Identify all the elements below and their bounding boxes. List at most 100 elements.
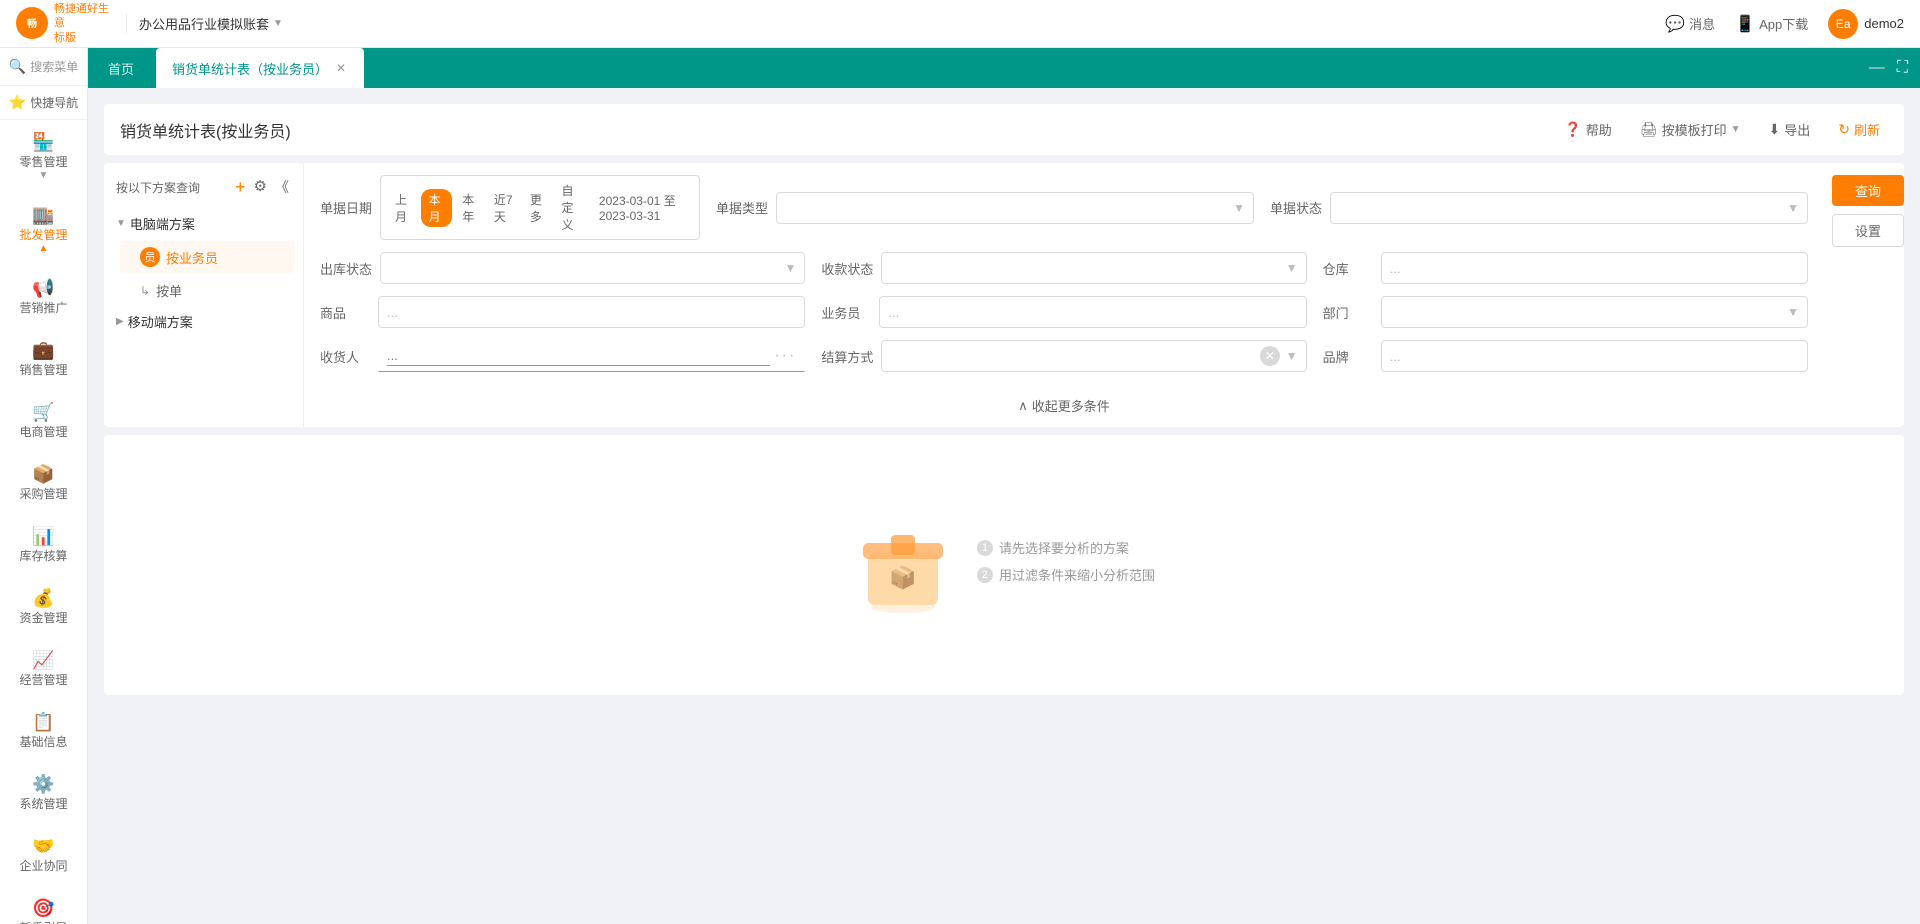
sidebar-item-ecommerce[interactable]: 🛒 电商管理 — [0, 390, 87, 452]
collapse-btn[interactable]: ∧ 收起更多条件 — [1006, 392, 1122, 419]
date-btn-this-year[interactable]: 本年 — [456, 189, 484, 227]
filter-salesperson-input[interactable]: ... — [879, 296, 1306, 328]
page-title: 销货单统计表(按业务员) — [120, 118, 291, 142]
sidebar-item-marketing[interactable]: 📢 营销推广 — [0, 266, 87, 328]
empty-hint-2: 2 用过滤条件来缩小分析范围 — [977, 565, 1155, 584]
query-button[interactable]: 查询 — [1832, 175, 1904, 206]
avatar-text: Ea — [1836, 17, 1851, 31]
empty-hint-1: 1 请先选择要分析的方案 — [977, 538, 1155, 557]
filter-row-4: 收货人 ··· 结算方式 ✕ — [320, 340, 1808, 372]
system-icon: ⚙️ — [32, 774, 54, 795]
filter-department-select[interactable]: ▼ — [1381, 296, 1808, 328]
filter-warehouse-label: 仓库 — [1323, 259, 1373, 278]
svg-text:📦: 📦 — [889, 565, 916, 590]
scheme-edit-btn[interactable]: ⚙ — [252, 175, 269, 200]
app-download-label: App下载 — [1759, 14, 1808, 33]
purchase-icon: 📦 — [32, 464, 54, 485]
filter-out-status-select[interactable]: ▼ — [380, 252, 805, 284]
marketing-icon: 📢 — [32, 278, 54, 299]
filter-doc-type-select[interactable]: ▼ — [776, 192, 1254, 224]
scheme-pc-section: ▼ 电脑端方案 员 按业务员 ↳ — [104, 208, 303, 306]
print-btn[interactable]: 🖨 按模板打印 ▼ — [1632, 116, 1749, 143]
collapse-btn-row: ∧ 收起更多条件 — [320, 384, 1808, 427]
scheme-item-salesperson[interactable]: 员 按业务员 — [120, 241, 295, 273]
scheme-item-icon-text: 员 — [145, 249, 156, 265]
scheme-sub-item-order[interactable]: ↳ 按单 — [112, 275, 303, 306]
scheme-add-btn[interactable]: + — [233, 175, 248, 200]
print-dropdown-icon: ▼ — [1731, 124, 1741, 135]
filter-warehouse-select[interactable]: ... — [1381, 252, 1808, 284]
filter-date-group[interactable]: 上月 本月 本年 近7天 更多 自定义 2023-03-01 至 2023-03… — [380, 175, 700, 240]
download-icon: 📱 — [1735, 14, 1755, 34]
sidebar-item-operations[interactable]: 📈 经营管理 — [0, 638, 87, 700]
app-download-btn[interactable]: 📱 App下载 — [1735, 14, 1808, 34]
help-btn[interactable]: ❓ 帮助 — [1556, 116, 1619, 143]
tab-bar: 首页 销货单统计表（按业务员） ✕ — ⛶ — [88, 48, 1920, 88]
ecommerce-icon: 🛒 — [32, 402, 54, 423]
date-btn-last-month[interactable]: 上月 — [389, 189, 417, 227]
export-btn[interactable]: ⬇ 导出 — [1761, 116, 1819, 143]
scheme-collapse-btn[interactable]: 《 — [273, 175, 291, 200]
sidebar-item-wholesale[interactable]: 🏬 批发管理 ▲ — [0, 193, 87, 266]
filter-settlement-select[interactable]: ✕ ▼ — [881, 340, 1306, 372]
sidebar-item-retail[interactable]: 🏪 零售管理 ▼ — [0, 120, 87, 193]
sidebar-item-basic[interactable]: 📋 基础信息 — [0, 700, 87, 762]
scheme-item-label: 按业务员 — [166, 248, 218, 267]
tab-expand-icon[interactable]: ⛶ — [1897, 59, 1908, 77]
sidebar-item-quick-nav[interactable]: ⭐ 快捷导航 — [0, 86, 87, 120]
tab-home[interactable]: 首页 — [88, 48, 154, 88]
operations-label: 经营管理 — [19, 671, 67, 688]
enterprise-label: 企业协同 — [19, 857, 67, 874]
scheme-pc-section-content: 员 按业务员 ↳ 按单 — [104, 241, 303, 306]
tab-sales-stats[interactable]: 销货单统计表（按业务员） ✕ — [156, 48, 364, 88]
doc-status-dropdown-icon: ▼ — [1787, 201, 1799, 215]
sidebar-item-finance[interactable]: 💰 资金管理 — [0, 576, 87, 638]
logo-icon: 畅 — [16, 7, 48, 39]
tab-bar-actions: — ⛶ — [1869, 59, 1920, 77]
message-btn[interactable]: 💬 消息 — [1665, 14, 1715, 34]
tab-minimize-icon[interactable]: — — [1869, 59, 1885, 77]
settings-button[interactable]: 设置 — [1832, 214, 1904, 247]
settlement-clear-btn[interactable]: ✕ — [1260, 346, 1280, 366]
sidebar-item-purchase[interactable]: 📦 采购管理 — [0, 452, 87, 514]
date-btn-last7days[interactable]: 近7天 — [488, 189, 520, 227]
date-btn-custom[interactable]: 自定义 — [555, 180, 590, 235]
filter-item-out-status: 出库状态 ▼ — [320, 252, 805, 284]
sidebar-item-enterprise[interactable]: 🤝 企业协同 — [0, 824, 87, 886]
quick-nav-icon: ⭐ — [9, 94, 26, 111]
refresh-btn[interactable]: ↻ 刷新 — [1830, 116, 1888, 143]
filter-receiver-input[interactable]: ··· — [378, 340, 805, 372]
search-icon: 🔍 — [9, 58, 26, 75]
ecommerce-label: 电商管理 — [19, 423, 67, 440]
sidebar-item-system[interactable]: ⚙️ 系统管理 — [0, 762, 87, 824]
filter-row-1: 单据日期 上月 本月 本年 近7天 更多 自定义 2023-03-01 至 20… — [320, 175, 1808, 240]
filter-goods-input[interactable]: ... — [378, 296, 805, 328]
scheme-mobile-section-title[interactable]: ▶ 移动端方案 — [104, 306, 303, 337]
scheme-item-icon: 员 — [140, 247, 160, 267]
basic-icon: 📋 — [32, 712, 54, 733]
scheme-pc-section-title[interactable]: ▼ 电脑端方案 — [104, 208, 303, 239]
user-area[interactable]: Ea demo2 — [1828, 9, 1904, 39]
date-btn-more[interactable]: 更多 — [524, 189, 552, 227]
filter-salesperson-label: 业务员 — [821, 303, 871, 322]
sidebar-item-sales[interactable]: 💼 销售管理 — [0, 328, 87, 390]
tab-close-icon[interactable]: ✕ — [334, 59, 348, 77]
filter-payment-status-select[interactable]: ▼ — [881, 252, 1306, 284]
empty-hint-1-text: 请先选择要分析的方案 — [999, 538, 1129, 557]
receiver-dots-icon: ··· — [774, 347, 796, 365]
filter-row-2: 出库状态 ▼ 收款状态 ▼ — [320, 252, 1808, 284]
filter-brand-input[interactable]: ... — [1381, 340, 1808, 372]
sidebar-item-guide[interactable]: 🎯 新手引导 — [0, 886, 87, 924]
finance-icon: 💰 — [32, 588, 54, 609]
empty-state: 📦 1 请先选择要分析的方案 2 用过滤条件来缩小分析范围 — [104, 435, 1904, 695]
receiver-input-field[interactable] — [387, 346, 770, 366]
app-selector[interactable]: 办公用品行业模拟账套 ▼ — [126, 14, 283, 33]
filter-item-department: 部门 ▼ — [1323, 296, 1808, 328]
filter-doc-status-select[interactable]: ▼ — [1330, 192, 1808, 224]
scheme-mobile-arrow-icon: ▶ — [116, 316, 124, 327]
filter-goods-label: 商品 — [320, 303, 370, 322]
sidebar-item-search[interactable]: 🔍 搜索菜单 — [0, 48, 87, 86]
sidebar-item-inventory[interactable]: 📊 库存核算 — [0, 514, 87, 576]
date-btn-this-month[interactable]: 本月 — [421, 189, 453, 227]
guide-icon: 🎯 — [32, 898, 54, 919]
